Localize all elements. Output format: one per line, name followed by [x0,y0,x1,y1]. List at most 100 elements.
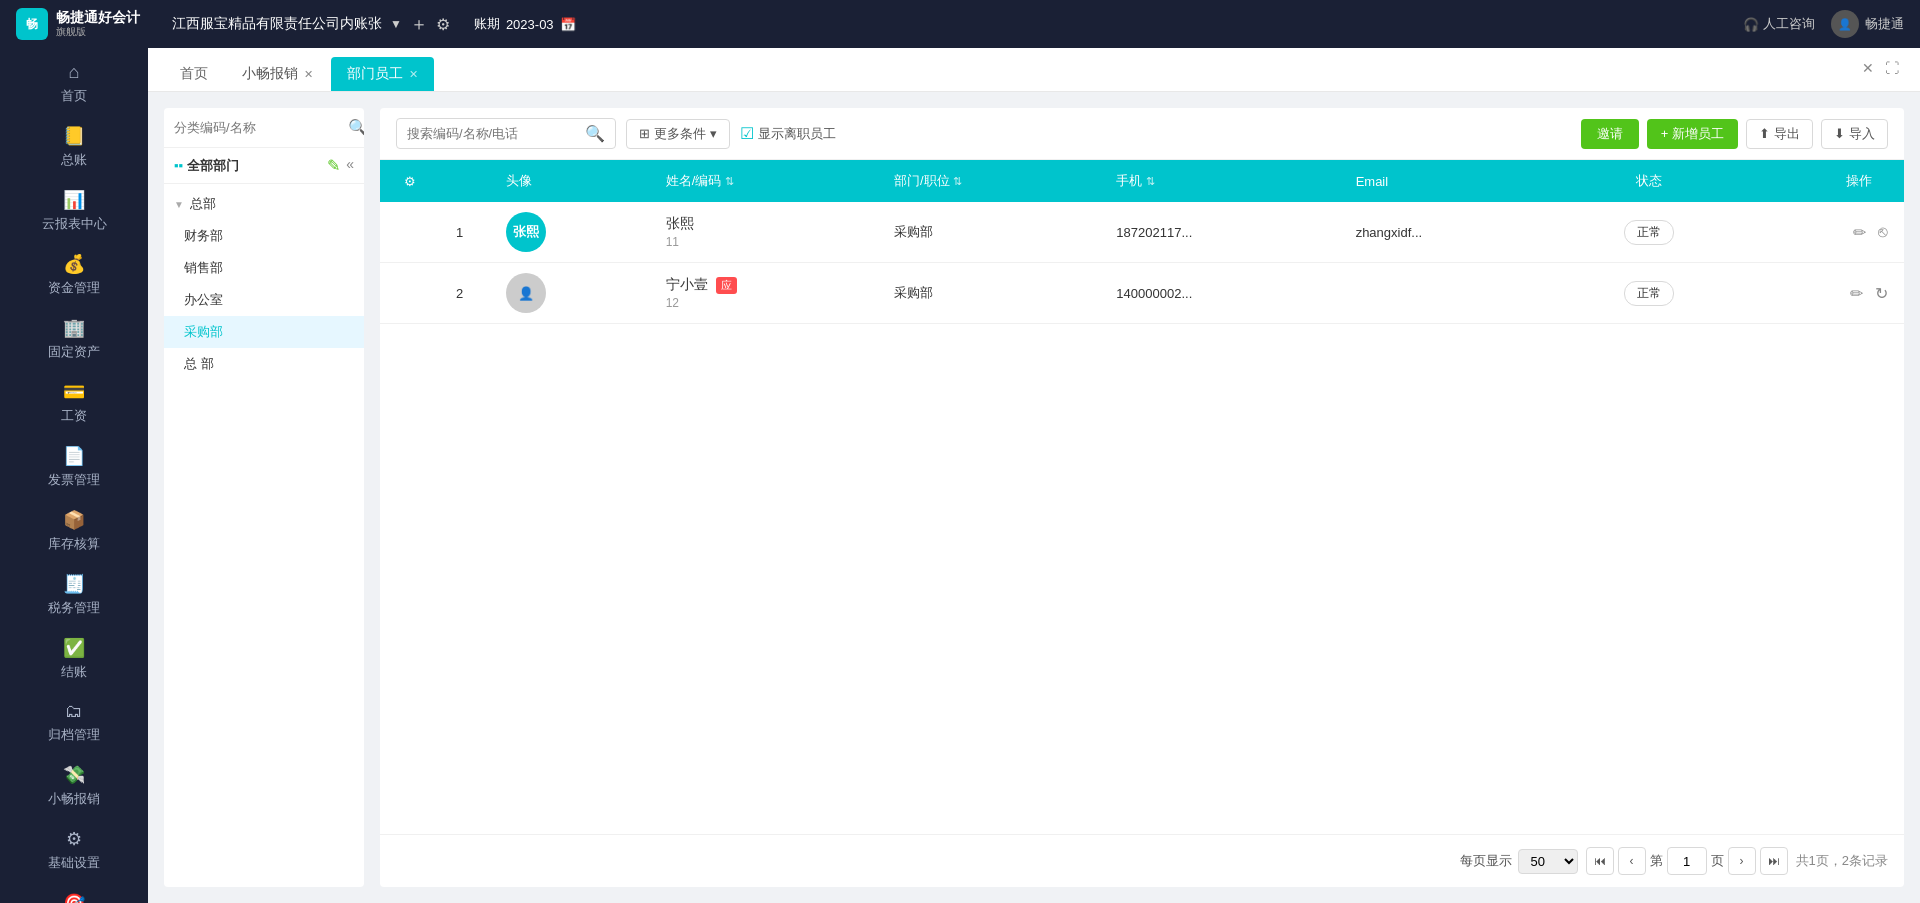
row2-num-col: 2 [440,263,490,324]
dept-item-finance[interactable]: 财务部 [164,220,364,252]
page-di-label: 第 [1650,852,1663,870]
export-btn[interactable]: ⬆ 导出 [1746,119,1813,149]
tab-dept-employee[interactable]: 部门员工 ✕ [331,57,434,91]
tab-expense[interactable]: 小畅报销 ✕ [226,57,329,91]
total-info: 共1页，2条记录 [1796,852,1888,870]
row1-action-icons: ✏ ⎋ [1756,223,1888,242]
dept-search-input[interactable] [174,120,342,135]
row1-logout-icon[interactable]: ⎋ [1878,223,1888,241]
row1-code: 11 [666,235,862,249]
th-name[interactable]: 姓名/编码 [650,160,878,202]
settings-gear-icon[interactable]: ⚙ [436,15,450,34]
export-icon: ⬆ [1759,126,1770,141]
sidebar-item-reports[interactable]: 📊 云报表中心 [0,179,148,243]
sidebar-item-home[interactable]: ⌂ 首页 [0,52,148,115]
page-input[interactable] [1667,847,1707,875]
app-name-area: 畅捷通好会计 旗舰版 [56,9,140,40]
first-page-btn[interactable]: ⏮ [1586,847,1614,875]
tab-expense-close-icon[interactable]: ✕ [304,68,313,81]
dept-tree: ▼ 总部 财务部 销售部 办公室 采购部 [164,184,364,887]
sidebar-item-settings[interactable]: ⚙ 基础设置 [0,818,148,882]
row1-phone: 187202117... [1116,225,1192,240]
dept-item-office[interactable]: 办公室 [164,284,364,316]
prev-page-btn[interactable]: ‹ [1618,847,1646,875]
employee-search-icon[interactable]: 🔍 [585,124,605,143]
row2-dept-cell: 采购部 [878,263,1100,324]
tab-home[interactable]: 首页 [164,57,224,91]
table-body: 1 张熙 张熙 11 [380,202,1904,324]
row2-refresh-icon[interactable]: ↻ [1875,284,1888,303]
sidebar-item-salary[interactable]: 💳 工资 [0,371,148,435]
company-name: 江西服宝精品有限责任公司内账张 [172,15,382,33]
tab-maximize-btn[interactable]: ⛶ [1880,56,1904,80]
sidebar-item-fixed-assets[interactable]: 🏢 固定资产 [0,307,148,371]
employee-search-input[interactable] [407,126,579,141]
user-avatar: 👤 [1831,10,1859,38]
show-left-label: 显示离职员工 [758,125,836,143]
dept-panel: 🔍 ▪▪ 全部部门 ✎ « ▼ 总部 [164,108,364,887]
sidebar-item-inventory[interactable]: 📦 库存核算 [0,499,148,563]
add-employee-label: + 新增员工 [1661,125,1724,143]
invite-btn[interactable]: 邀请 [1581,119,1639,149]
dept-item-root[interactable]: ▼ 总部 [164,188,364,220]
sidebar-item-general-ledger[interactable]: 📒 总账 [0,115,148,179]
tab-close-window-btn[interactable]: ✕ [1856,56,1880,80]
add-company-btn[interactable]: ＋ [410,12,428,36]
sidebar-label-assets: 固定资产 [48,343,100,361]
filter-more-btn[interactable]: ⊞ 更多条件 ▾ [626,119,730,149]
row1-edit-icon[interactable]: ✏ [1853,223,1866,242]
dept-actions: ✎ « [327,156,354,175]
add-employee-btn[interactable]: + 新增员工 [1647,119,1738,149]
user-area[interactable]: 👤 畅捷通 [1831,10,1904,38]
sidebar-item-tax[interactable]: 🧾 税务管理 [0,563,148,627]
dept-collapse-icon[interactable]: « [346,156,354,175]
dept-item-purchase[interactable]: 采购部 [164,316,364,348]
company-area[interactable]: 江西服宝精品有限责任公司内账张 ▼ ＋ ⚙ [172,12,450,36]
show-left-checkbox[interactable]: ☑ 显示离职员工 [740,124,836,143]
th-phone[interactable]: 手机 [1100,160,1339,202]
table-row: 1 张熙 张熙 11 [380,202,1904,263]
sidebar-label-ledger: 总账 [61,151,87,169]
dept-finance-label: 财务部 [184,227,223,245]
row2-actions-cell: ✏ ↻ [1740,263,1904,324]
app-subtitle: 旗舰版 [56,25,140,39]
per-page-select[interactable]: 50 10 20 100 [1518,849,1578,874]
row2-status-cell: 正常 [1558,263,1740,324]
ledger-icon: 📒 [63,125,85,147]
dept-edit-icon[interactable]: ✎ [327,156,340,175]
row1-num [380,202,440,263]
sidebar-item-guide[interactable]: 🎯 新手引导 [0,882,148,903]
th-dept[interactable]: 部门/职位 [878,160,1100,202]
import-btn[interactable]: ⬇ 导入 [1821,119,1888,149]
dept-item-hq[interactable]: 总 部 [164,348,364,380]
next-page-btn[interactable]: › [1728,847,1756,875]
main-wrapper: ⌂ 首页 📒 总账 📊 云报表中心 💰 资金管理 🏢 固定资产 💳 工资 📄 发… [0,48,1920,903]
page-nav: ⏮ ‹ 第 页 › ⏭ [1586,847,1788,875]
sidebar-item-invoice[interactable]: 📄 发票管理 [0,435,148,499]
sidebar-item-xiaochang[interactable]: 💸 小畅报销 [0,754,148,818]
row1-status-badge: 正常 [1624,220,1674,245]
company-dropdown-icon[interactable]: ▼ [390,17,402,31]
dept-item-sales[interactable]: 销售部 [164,252,364,284]
employee-toolbar: 🔍 ⊞ 更多条件 ▾ ☑ 显示离职员工 邀请 [380,108,1904,160]
row2-edit-icon[interactable]: ✏ [1850,284,1863,303]
row1-name: 张熙 [666,215,862,233]
user-name: 畅捷通 [1865,15,1904,33]
row2-avatar-cell: 👤 [490,263,650,324]
period-value[interactable]: 2023-03 [506,17,554,32]
calendar-icon[interactable]: 📅 [560,17,576,32]
sidebar-item-capital[interactable]: 💰 资金管理 [0,243,148,307]
dept-search-icon[interactable]: 🔍 [348,118,364,137]
all-dept-label[interactable]: ▪▪ 全部部门 [174,157,321,175]
tab-dept-close-icon[interactable]: ✕ [409,68,418,81]
pagination: 每页显示 50 10 20 100 ⏮ ‹ 第 页 [380,834,1904,887]
invite-label: 邀请 [1597,126,1623,141]
sidebar-item-archive[interactable]: 🗂 归档管理 [0,691,148,754]
sidebar-item-settle[interactable]: ✅ 结账 [0,627,148,691]
row2-dept: 采购部 [894,285,933,300]
root-dept-label: 总部 [190,195,216,213]
service-btn[interactable]: 🎧 人工咨询 [1743,15,1815,33]
last-page-btn[interactable]: ⏭ [1760,847,1788,875]
logo-char: 畅 [26,16,38,33]
th-settings[interactable]: ⚙ [380,160,440,202]
